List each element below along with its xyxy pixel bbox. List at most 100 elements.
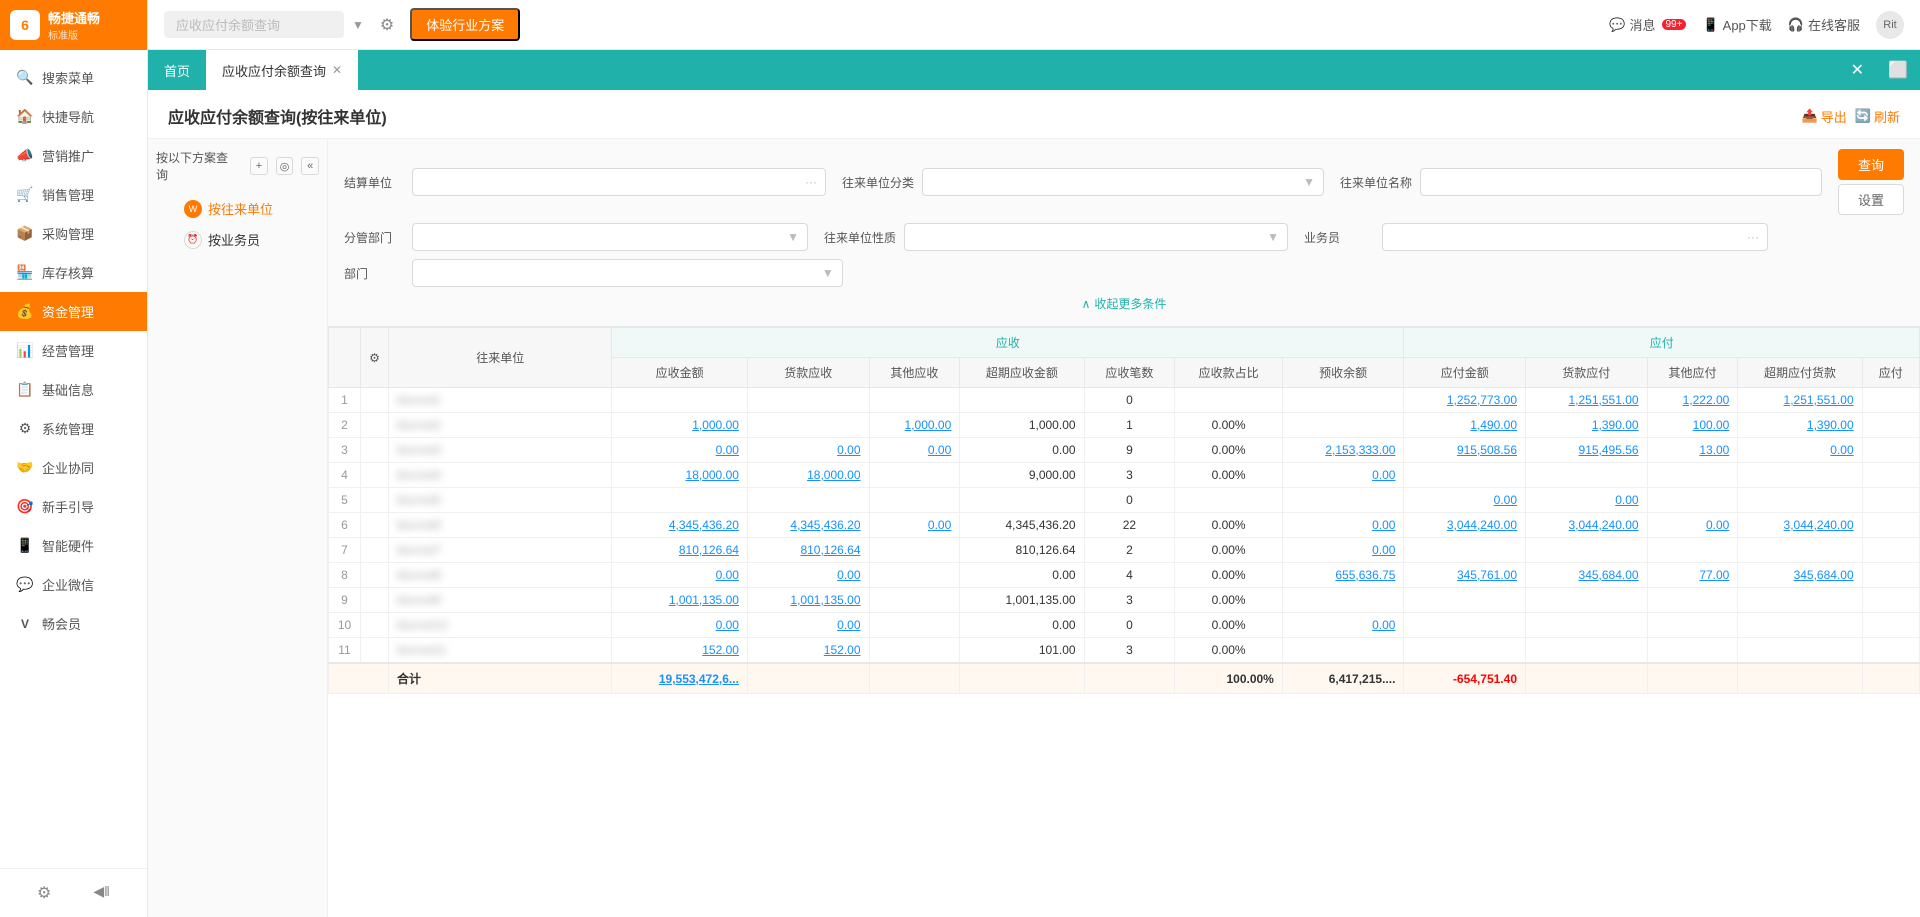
sidebar-item-search[interactable]: 🔍 搜索菜单 (0, 58, 147, 97)
table-row: 10 blurred10 0.00 0.00 0.00 0 0.00% 0.00 (329, 613, 1920, 638)
row-overdue-amount-0 (960, 388, 1084, 413)
sidebar-item-enterprise[interactable]: 🤝 企业协同 (0, 448, 147, 487)
sidebar-item-basic[interactable]: 📋 基础信息 (0, 370, 147, 409)
topbar-dropdown-icon[interactable]: ▼ (352, 18, 364, 32)
sidebar-item-guide[interactable]: 🎯 新手引导 (0, 487, 147, 526)
message-badge: 99+ (1662, 19, 1687, 30)
collapse-button[interactable]: ∧ 收起更多条件 (344, 291, 1904, 316)
row-overdue-amount-2: 0.00 (960, 438, 1084, 463)
row-loan-payable-4: 0.00 (1526, 488, 1648, 513)
sidebar-item-hardware[interactable]: 📱 智能硬件 (0, 526, 147, 565)
row-receivable-ratio-9: 0.00% (1175, 613, 1283, 638)
row-settings-10 (361, 638, 389, 664)
row-payable-amount-4: 0.00 (1404, 488, 1526, 513)
row-other-payable-8 (1647, 588, 1738, 613)
dept-manager-input[interactable]: ▼ (412, 223, 808, 251)
filter-target-icon[interactable]: ◎ (276, 157, 294, 175)
sidebar-item-wechat[interactable]: 💬 企业微信 (0, 565, 147, 604)
row-num-8: 9 (329, 588, 361, 613)
row-receivable-ratio-2: 0.00% (1175, 438, 1283, 463)
row-loan-receivable-2: 0.00 (747, 438, 869, 463)
topbar-messages[interactable]: 💬 消息 99+ (1609, 15, 1686, 34)
filter-add-icon[interactable]: + (250, 157, 268, 175)
row-settings-3 (361, 463, 389, 488)
collapse-icon: ∧ (1082, 297, 1091, 311)
row-num-5: 6 (329, 513, 361, 538)
col-receivable-group-header: 应收 (612, 328, 1404, 358)
partner-name-input[interactable] (1420, 168, 1822, 196)
query-button[interactable]: 查询 (1838, 149, 1904, 180)
row-num-9: 10 (329, 613, 361, 638)
row-partner-9: blurred10 (389, 613, 612, 638)
row-loan-payable-10 (1526, 638, 1648, 664)
row-num-4: 5 (329, 488, 361, 513)
tab-close-icon[interactable]: ✕ (332, 63, 342, 77)
filter-back-icon[interactable]: « (301, 157, 319, 175)
row-other-receivable-10 (869, 638, 960, 664)
sidebar-item-sales[interactable]: 🛒 销售管理 (0, 175, 147, 214)
partner-name-label: 往来单位名称 (1340, 174, 1412, 191)
salesman-input[interactable]: ··· (1382, 223, 1768, 251)
row-settings-2 (361, 438, 389, 463)
sidebar-collapse-icon[interactable]: ◀‖ (93, 883, 110, 903)
topbar-app-download[interactable]: 📱 App下载 (1702, 15, 1771, 34)
partner-nature-label: 往来单位性质 (824, 229, 896, 246)
row-receivable-ratio-1: 0.00% (1175, 413, 1283, 438)
sidebar-item-purchase[interactable]: 📦 采购管理 (0, 214, 147, 253)
row-advance-balance-6: 0.00 (1282, 538, 1404, 563)
setting-button[interactable]: 设置 (1838, 184, 1904, 215)
sidebar: 6 畅捷通畅 标准版 🔍 搜索菜单 🏠 快捷导航 📣 营销推广 🛒 销售管理 (0, 0, 148, 917)
row-payable-more-3 (1862, 463, 1919, 488)
row-payable-amount-10 (1404, 638, 1526, 664)
row-overdue-amount-8: 1,001,135.00 (960, 588, 1084, 613)
filter-option-by-staff[interactable]: ⏰ 按业务员 (176, 226, 319, 253)
row-loan-receivable-9: 0.00 (747, 613, 869, 638)
col-settings-header[interactable]: ⚙ (361, 328, 389, 388)
col-num-header (329, 328, 361, 388)
topbar-online-service[interactable]: 🎧 在线客服 (1788, 15, 1860, 34)
tab-home[interactable]: 首页 (148, 50, 206, 90)
table-row: 4 blurred4 18,000.00 18,000.00 9,000.00 … (329, 463, 1920, 488)
partner-nature-input[interactable]: ▼ (904, 223, 1288, 251)
footer-payable-amount: -654,751.40 (1404, 663, 1526, 694)
refresh-button[interactable]: 🔄 刷新 (1855, 107, 1900, 126)
table-row: 2 blurred2 1,000.00 1,000.00 1,000.00 1 … (329, 413, 1920, 438)
row-num-6: 7 (329, 538, 361, 563)
filter-option-by-partner[interactable]: W 按往来单位 (176, 195, 319, 222)
row-settings-6 (361, 538, 389, 563)
row-payable-more-5 (1862, 513, 1919, 538)
col-receivable-ratio-header: 应收款占比 (1175, 358, 1283, 388)
export-button[interactable]: 📤 导出 (1802, 107, 1847, 126)
table-settings-icon[interactable]: ⚙ (369, 351, 380, 365)
department-input[interactable]: ▼ (412, 259, 843, 287)
sidebar-item-marketing[interactable]: 📣 营销推广 (0, 136, 147, 175)
sidebar-item-finance[interactable]: 💰 资金管理 (0, 292, 147, 331)
topbar-user[interactable]: Rit (1876, 11, 1904, 39)
tab-query[interactable]: 应收应付余额查询 ✕ (206, 50, 358, 90)
sidebar-settings-icon[interactable]: ⚙ (37, 883, 51, 903)
partner-category-input[interactable]: ▼ (922, 168, 1324, 196)
sidebar-item-member[interactable]: V 畅会员 (0, 604, 147, 643)
sidebar-item-system[interactable]: ⚙ 系统管理 (0, 409, 147, 448)
footer-loan-payable (1526, 663, 1648, 694)
row-overdue-amount-3: 9,000.00 (960, 463, 1084, 488)
sidebar-item-operation[interactable]: 📊 经营管理 (0, 331, 147, 370)
footer-other-receivable (869, 663, 960, 694)
row-payable-amount-0: 1,252,773.00 (1404, 388, 1526, 413)
row-partner-5: blurred6 (389, 513, 612, 538)
footer-other-payable (1647, 663, 1738, 694)
row-other-payable-5: 0.00 (1647, 513, 1738, 538)
filter-department: 部门 ▼ (344, 259, 843, 287)
settlement-unit-input[interactable]: ··· (412, 168, 826, 196)
tab-maximize-icon[interactable]: ⬜ (1876, 60, 1920, 80)
topbar-gear-icon[interactable]: ⚙ (380, 15, 394, 35)
sidebar-item-shortcut[interactable]: 🏠 快捷导航 (0, 97, 147, 136)
promo-button[interactable]: 体验行业方案 (410, 8, 520, 41)
sidebar-item-inventory[interactable]: 🏪 库存核算 (0, 253, 147, 292)
tab-close-window-icon[interactable]: ✕ (1839, 60, 1876, 80)
row-payable-more-4 (1862, 488, 1919, 513)
row-other-payable-9 (1647, 613, 1738, 638)
row-payable-more-2 (1862, 438, 1919, 463)
row-num-1: 2 (329, 413, 361, 438)
row-overdue-amount-1: 1,000.00 (960, 413, 1084, 438)
